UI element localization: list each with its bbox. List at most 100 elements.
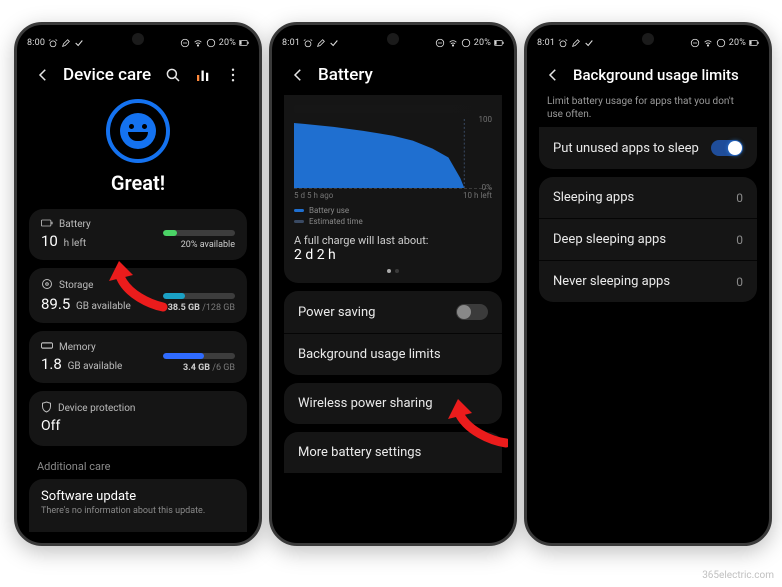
- clock-text: 8:00: [27, 38, 45, 48]
- additional-care-label: Additional care: [23, 454, 253, 475]
- chart-legend: Battery use Estimated time: [294, 206, 492, 226]
- data-icon: [716, 38, 726, 48]
- put-to-sleep-label: Put unused apps to sleep: [553, 141, 699, 156]
- battery-chart: 100 0%: [294, 119, 492, 189]
- storage-value: 89.5: [41, 295, 70, 313]
- edit-icon: [316, 38, 326, 48]
- dnd-icon: [180, 38, 190, 48]
- page-title: Background usage limits: [573, 66, 753, 84]
- dnd-icon: [435, 38, 445, 48]
- power-saving-row[interactable]: Power saving: [284, 291, 502, 333]
- protection-card[interactable]: Device protection Off: [29, 391, 247, 446]
- phone-device-care: 8:00 20% Device care: [14, 22, 262, 546]
- check-icon: [329, 38, 339, 48]
- battery-card[interactable]: Battery 10 h left 20% available: [29, 209, 247, 260]
- update-subtitle: There's no information about this update…: [41, 506, 235, 516]
- alarm-icon: [48, 38, 58, 48]
- page-title: Battery: [318, 65, 498, 85]
- background-limits-row[interactable]: Background usage limits: [284, 334, 502, 375]
- dnd-icon: [690, 38, 700, 48]
- protection-label-text: Device protection: [58, 403, 135, 414]
- battery-icon: [239, 38, 249, 48]
- wifi-icon: [448, 38, 458, 48]
- battery-chart-card[interactable]: 100 0% 5 d 5 h ago 10 h left Battery use…: [284, 95, 502, 283]
- more-button[interactable]: [223, 65, 243, 85]
- wifi-icon: [193, 38, 203, 48]
- watermark-text: 365electric.com: [702, 570, 774, 581]
- check-icon: [74, 38, 84, 48]
- bg-limits-label: Background usage limits: [298, 347, 441, 362]
- battery-pct-text: 20%: [474, 38, 491, 48]
- alarm-icon: [558, 38, 568, 48]
- storage-label-text: Storage: [59, 280, 93, 291]
- back-button[interactable]: [543, 65, 563, 85]
- edit-icon: [61, 38, 71, 48]
- battery-icon: [749, 38, 759, 48]
- memory-label-text: Memory: [59, 342, 96, 353]
- camera-notch: [132, 33, 144, 45]
- more-label: More battery settings: [298, 445, 421, 460]
- back-button[interactable]: [288, 65, 308, 85]
- sleeping-apps-label: Sleeping apps: [553, 190, 634, 205]
- data-icon: [206, 38, 216, 48]
- deep-sleeping-count: 0: [736, 233, 743, 247]
- page-dots: [294, 269, 492, 273]
- protection-value: Off: [41, 418, 235, 434]
- memory-icon: [41, 341, 53, 353]
- clock-text: 8:01: [282, 38, 300, 48]
- chart-icon[interactable]: [193, 65, 213, 85]
- summary-value: 2 d 2 h: [294, 247, 492, 263]
- annotation-arrow: [103, 255, 173, 315]
- header: Background usage limits: [533, 55, 763, 95]
- battery-outline-icon: [41, 219, 53, 230]
- battery-pct-text: 20% available: [181, 240, 235, 250]
- power-saving-toggle[interactable]: [456, 304, 488, 320]
- battery-bar-fill: [163, 230, 177, 236]
- storage-icon: [41, 278, 53, 293]
- chart-x-right: 10 h left: [463, 191, 492, 200]
- deep-sleeping-row[interactable]: Deep sleeping apps 0: [539, 219, 757, 260]
- never-sleeping-count: 0: [736, 275, 743, 289]
- phone-battery: 8:01 20% Battery 100: [269, 22, 517, 546]
- search-button[interactable]: [163, 65, 183, 85]
- header: Device care: [23, 55, 253, 95]
- camera-notch: [642, 33, 654, 45]
- put-to-sleep-row[interactable]: Put unused apps to sleep: [539, 127, 757, 169]
- status-indicator: Great!: [23, 99, 253, 195]
- shield-icon: [41, 401, 52, 416]
- update-title: Software update: [41, 489, 235, 504]
- check-icon: [584, 38, 594, 48]
- memory-bar-fill: [163, 353, 204, 359]
- deep-sleeping-label: Deep sleeping apps: [553, 232, 666, 247]
- power-saving-label: Power saving: [298, 305, 375, 320]
- wireless-label: Wireless power sharing: [298, 396, 433, 411]
- edit-icon: [571, 38, 581, 48]
- battery-icon: [494, 38, 504, 48]
- battery-value: 10: [41, 232, 58, 250]
- face-icon: [106, 99, 170, 163]
- header: Battery: [278, 55, 508, 95]
- sleeping-apps-count: 0: [736, 191, 743, 205]
- wifi-icon: [703, 38, 713, 48]
- sleeping-apps-row[interactable]: Sleeping apps 0: [539, 177, 757, 218]
- memory-card[interactable]: Memory 1.8 GB available 3.4 GB /6 GB: [29, 331, 247, 383]
- software-update-card[interactable]: Software update There's no information a…: [29, 479, 247, 532]
- page-subtitle: Limit battery usage for apps that you do…: [533, 95, 763, 127]
- chart-x-left: 5 d 5 h ago: [294, 191, 333, 200]
- battery-pct-text: 20%: [729, 38, 746, 48]
- annotation-arrow: [444, 395, 508, 450]
- page-title: Device care: [63, 65, 153, 85]
- status-text: Great!: [111, 171, 165, 195]
- summary-label: A full charge will last about:: [294, 234, 492, 247]
- data-icon: [461, 38, 471, 48]
- memory-value: 1.8: [41, 355, 62, 373]
- never-sleeping-label: Never sleeping apps: [553, 274, 670, 289]
- put-to-sleep-toggle[interactable]: [711, 140, 743, 156]
- clock-text: 8:01: [537, 38, 555, 48]
- never-sleeping-row[interactable]: Never sleeping apps 0: [539, 261, 757, 302]
- truncated-line: [294, 105, 492, 113]
- battery-label-text: Battery: [59, 219, 91, 230]
- phone-bg-limits: 8:01 20% Background usage limits Limit b…: [524, 22, 772, 546]
- alarm-icon: [303, 38, 313, 48]
- back-button[interactable]: [33, 65, 53, 85]
